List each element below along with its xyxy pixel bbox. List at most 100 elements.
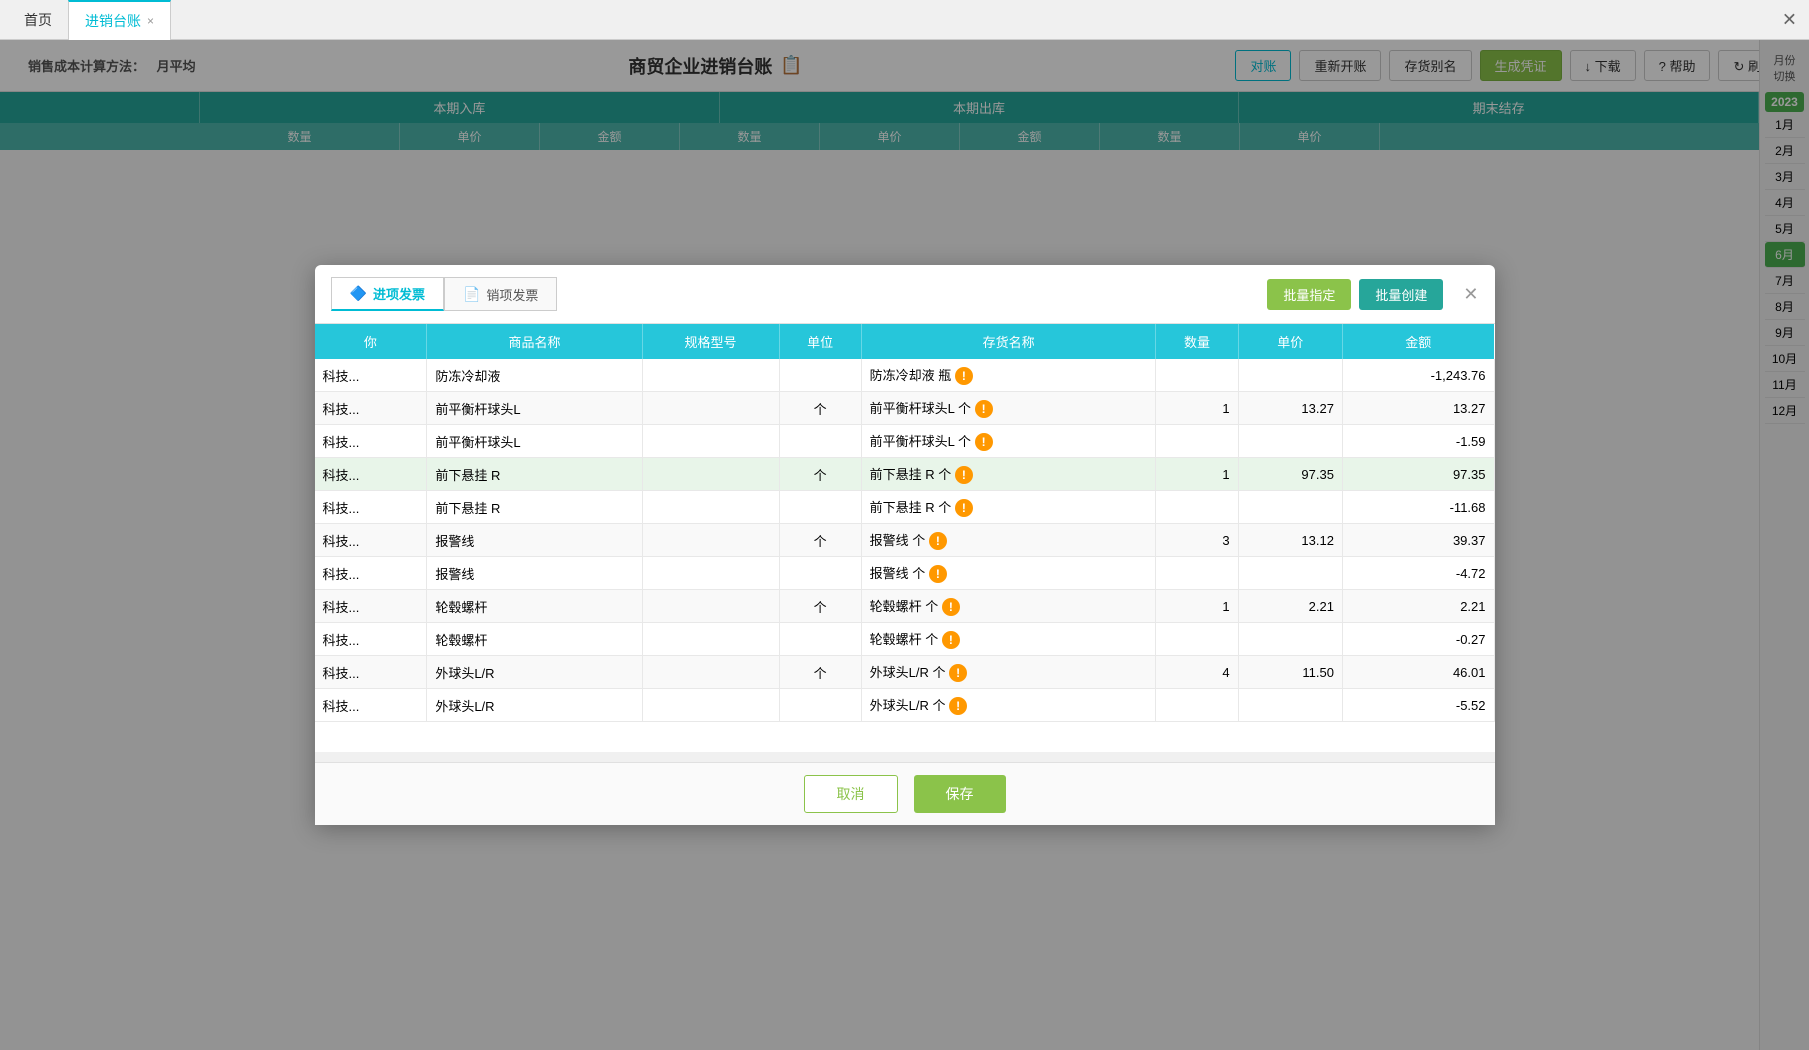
table-cell-0-7: -1,243.76 (1342, 359, 1494, 392)
table-cell-3-7: 97.35 (1342, 458, 1494, 491)
table-cell-9-2 (642, 656, 779, 689)
modal-table-wrapper[interactable]: 你 商品名称 规格型号 单位 存货名称 数量 单价 金额 科技...防冻冷却液防… (315, 324, 1495, 752)
table-cell-7-4: 轮毂螺杆 个 ! (861, 590, 1156, 623)
tab-ledger-close[interactable]: × (147, 14, 154, 28)
table-cell-7-5: 1 (1156, 590, 1238, 623)
table-cell-4-2 (642, 491, 779, 524)
table-row[interactable]: 科技...前平衡杆球头L前平衡杆球头L 个 !-1.59 (315, 425, 1495, 458)
table-cell-4-4: 前下悬挂 R 个 ! (861, 491, 1156, 524)
table-cell-10-1: 外球头L/R (427, 689, 642, 722)
table-cell-5-1: 报警线 (427, 524, 642, 557)
table-row[interactable]: 科技...前下悬挂 R前下悬挂 R 个 !-11.68 (315, 491, 1495, 524)
modal-overlay: 🔷 进项发票 📄 销项发票 批量指定 批量创建 ✕ (0, 40, 1809, 1050)
warn-icon: ! (975, 433, 993, 451)
th-unit-price: 单价 (1238, 324, 1342, 359)
tab-home[interactable]: 首页 (8, 0, 68, 40)
table-row[interactable]: 科技...外球头L/R个外球头L/R 个 !411.5046.01 (315, 656, 1495, 689)
modal-header-right: 批量指定 批量创建 ✕ (1267, 279, 1478, 310)
table-row[interactable]: 科技...轮毂螺杆轮毂螺杆 个 !-0.27 (315, 623, 1495, 656)
table-cell-5-3: 个 (779, 524, 861, 557)
table-cell-5-0: 科技... (315, 524, 427, 557)
table-cell-1-0: 科技... (315, 392, 427, 425)
table-cell-6-2 (642, 557, 779, 590)
table-cell-1-4: 前平衡杆球头L 个 ! (861, 392, 1156, 425)
table-cell-6-6 (1238, 557, 1342, 590)
table-row[interactable]: 科技...前下悬挂 R个前下悬挂 R 个 !197.3597.35 (315, 458, 1495, 491)
tab-ledger[interactable]: 进销台账 × (68, 0, 171, 40)
modal-close-button[interactable]: ✕ (1463, 284, 1478, 305)
table-cell-8-0: 科技... (315, 623, 427, 656)
table-cell-5-4: 报警线 个 ! (861, 524, 1156, 557)
table-cell-7-0: 科技... (315, 590, 427, 623)
th-spec: 规格型号 (642, 324, 779, 359)
table-cell-6-5 (1156, 557, 1238, 590)
table-cell-4-0: 科技... (315, 491, 427, 524)
save-button[interactable]: 保存 (914, 775, 1006, 813)
table-cell-1-6: 13.27 (1238, 392, 1342, 425)
table-cell-2-3 (779, 425, 861, 458)
outgoing-tab-icon: 📄 (463, 286, 480, 303)
table-cell-0-1: 防冻冷却液 (427, 359, 642, 392)
th-unit: 单位 (779, 324, 861, 359)
table-row[interactable]: 科技...报警线个报警线 个 !313.1239.37 (315, 524, 1495, 557)
modal-header: 🔷 进项发票 📄 销项发票 批量指定 批量创建 ✕ (315, 265, 1495, 324)
table-cell-10-2 (642, 689, 779, 722)
window-close-button[interactable]: ✕ (1782, 9, 1797, 30)
table-cell-2-5 (1156, 425, 1238, 458)
warn-icon: ! (949, 664, 967, 682)
table-row[interactable]: 科技...外球头L/R 外球头L/R 个 ! -5.52 (315, 689, 1495, 722)
table-row[interactable]: 科技...前平衡杆球头L个前平衡杆球头L 个 !113.2713.27 (315, 392, 1495, 425)
table-cell-10-0: 科技... (315, 689, 427, 722)
incoming-tab-icon: 🔷 (350, 285, 367, 302)
table-cell-6-0: 科技... (315, 557, 427, 590)
table-cell-7-2 (642, 590, 779, 623)
tab-outgoing-invoice[interactable]: 📄 销项发票 (444, 277, 557, 311)
warn-icon: ! (942, 631, 960, 649)
table-row[interactable]: 科技...防冻冷却液防冻冷却液 瓶 !-1,243.76 (315, 359, 1495, 392)
batch-assign-button[interactable]: 批量指定 (1267, 279, 1351, 310)
warn-icon: ! (955, 499, 973, 517)
table-cell-10-7: -5.52 (1342, 689, 1494, 722)
table-cell-4-3 (779, 491, 861, 524)
table-header-row: 你 商品名称 规格型号 单位 存货名称 数量 单价 金额 (315, 324, 1495, 359)
table-cell-10-4: 外球头L/R 个 ! (861, 689, 1156, 722)
table-cell-3-1: 前下悬挂 R (427, 458, 642, 491)
tab-incoming-invoice[interactable]: 🔷 进项发票 (331, 277, 444, 311)
invoice-table: 你 商品名称 规格型号 单位 存货名称 数量 单价 金额 科技...防冻冷却液防… (315, 324, 1495, 722)
table-cell-6-4: 报警线 个 ! (861, 557, 1156, 590)
scrollbar[interactable] (315, 752, 1495, 762)
cancel-button[interactable]: 取消 (804, 775, 898, 813)
table-cell-10-6 (1238, 689, 1342, 722)
table-cell-5-5: 3 (1156, 524, 1238, 557)
table-cell-1-1: 前平衡杆球头L (427, 392, 642, 425)
table-row[interactable]: 科技...轮毂螺杆个轮毂螺杆 个 !12.212.21 (315, 590, 1495, 623)
table-cell-6-1: 报警线 (427, 557, 642, 590)
table-cell-3-4: 前下悬挂 R 个 ! (861, 458, 1156, 491)
th-quantity: 数量 (1156, 324, 1238, 359)
table-cell-0-3 (779, 359, 861, 392)
table-cell-5-7: 39.37 (1342, 524, 1494, 557)
invoice-table-body: 科技...防冻冷却液防冻冷却液 瓶 !-1,243.76科技...前平衡杆球头L… (315, 359, 1495, 722)
table-cell-1-5: 1 (1156, 392, 1238, 425)
th-product-name: 商品名称 (427, 324, 642, 359)
batch-create-button[interactable]: 批量创建 (1359, 279, 1443, 310)
table-row[interactable]: 科技...报警线报警线 个 !-4.72 (315, 557, 1495, 590)
warn-icon: ! (975, 400, 993, 418)
table-cell-8-5 (1156, 623, 1238, 656)
table-cell-8-4: 轮毂螺杆 个 ! (861, 623, 1156, 656)
table-cell-4-7: -11.68 (1342, 491, 1494, 524)
th-amount: 金额 (1342, 324, 1494, 359)
table-cell-0-6 (1238, 359, 1342, 392)
table-cell-0-5 (1156, 359, 1238, 392)
table-cell-8-1: 轮毂螺杆 (427, 623, 642, 656)
tab-bar: 首页 进销台账 × ✕ (0, 0, 1809, 40)
table-cell-3-6: 97.35 (1238, 458, 1342, 491)
table-cell-6-3 (779, 557, 861, 590)
th-inventory-name: 存货名称 (861, 324, 1156, 359)
warn-icon: ! (955, 466, 973, 484)
table-cell-7-1: 轮毂螺杆 (427, 590, 642, 623)
table-cell-8-2 (642, 623, 779, 656)
table-cell-8-3 (779, 623, 861, 656)
th-supplier: 你 (315, 324, 427, 359)
warn-icon: ! (949, 697, 967, 715)
